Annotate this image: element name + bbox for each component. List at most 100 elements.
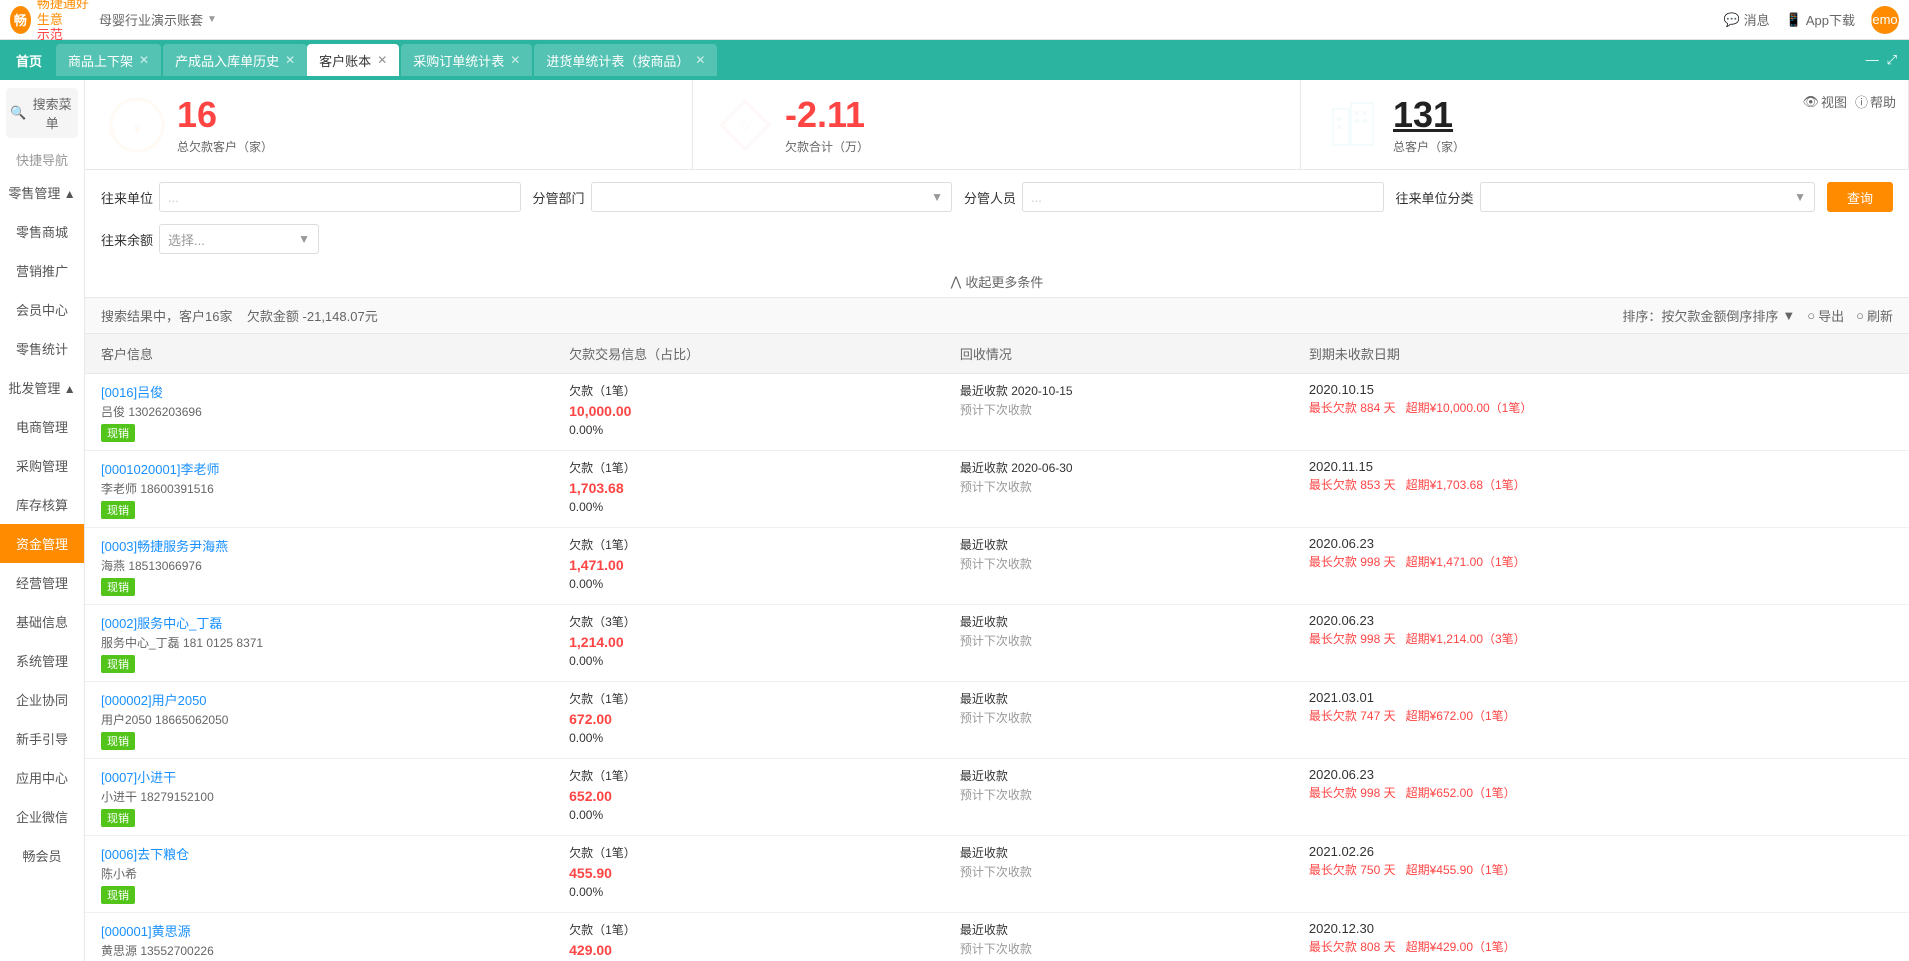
sidebar-item-app-center[interactable]: 应用中心 <box>0 758 84 797</box>
customer-id-link[interactable]: [0001020001]李老师 <box>101 459 537 478</box>
system-selector[interactable]: 母婴行业演示账套 ▼ <box>95 10 1723 29</box>
cell-debt-3: 欠款（3笔） 1,214.00 0.00% <box>553 605 944 682</box>
customer-id-link[interactable]: [0003]畅捷服务尹海燕 <box>101 536 537 555</box>
tab-product-shelf[interactable]: 商品上下架 ✕ <box>56 44 161 76</box>
export-btn[interactable]: ○ 导出 <box>1807 306 1844 325</box>
last-collection: 最近收款 <box>960 844 1277 861</box>
incoming-unit-input[interactable]: ... <box>159 182 520 212</box>
stat-diamond-icon: ◇ <box>717 97 773 153</box>
cell-debt-7: 欠款（1笔） 429.00 0.00% <box>553 913 944 961</box>
due-date: 2020.06.23 <box>1309 767 1893 782</box>
customer-id-link[interactable]: [0006]去下粮仓 <box>101 844 537 863</box>
collapse-btn[interactable]: ⋀ 收起更多条件 <box>101 266 1893 297</box>
table-row: [000001]黄思源 黄思源 13552700226 现销 欠款（1笔） 42… <box>85 913 1909 961</box>
refresh-btn[interactable]: ○ 刷新 <box>1856 306 1893 325</box>
due-date: 2020.06.23 <box>1309 613 1893 628</box>
branch-person-input[interactable]: ... <box>1022 182 1383 212</box>
overdue-amount-link[interactable]: 超期¥1,471.00（1笔） <box>1406 555 1526 569</box>
stat-building-icon <box>1325 97 1381 153</box>
overdue-info: 最长欠款 998 天 超期¥1,214.00（3笔） <box>1309 630 1893 647</box>
collapse-up-icon: ⋀ <box>951 274 962 290</box>
overdue-amount-link[interactable]: 超期¥455.90（1笔） <box>1406 863 1516 877</box>
tab-close-icon[interactable]: ✕ <box>377 53 387 67</box>
overdue-amount-link[interactable]: 超期¥1,214.00（3笔） <box>1406 632 1526 646</box>
sidebar-item-retail-stats[interactable]: 零售统计 <box>0 329 84 368</box>
unit-category-select[interactable]: ▼ <box>1480 182 1815 212</box>
sidebar-item-purchase-mgmt[interactable]: 采购管理 <box>0 446 84 485</box>
sidebar-item-vip-member[interactable]: 畅会员 <box>0 836 84 875</box>
sidebar-item-batch-mgmt[interactable]: 批发管理 ▲ <box>0 368 84 407</box>
cell-return-6: 最近收款 预计下次收款 <box>944 836 1293 913</box>
dots-icon: ... <box>1031 190 1042 205</box>
customer-contact: 海燕 18513066976 <box>101 557 537 574</box>
tab-goods-stats[interactable]: 进货单统计表（按商品） ✕ <box>534 44 717 76</box>
balance-select[interactable]: 选择... ▼ <box>159 224 319 254</box>
sidebar-item-retail-store[interactable]: 零售商城 <box>0 212 84 251</box>
customer-id-link[interactable]: [0002]服务中心_丁磊 <box>101 613 537 632</box>
tab-close-icon[interactable]: ✕ <box>285 53 295 67</box>
search-menu-btn[interactable]: 🔍 搜索菜单 <box>6 88 78 138</box>
tab-purchase-order[interactable]: 采购订单统计表 ✕ <box>401 44 532 76</box>
tab-close-icon[interactable]: ✕ <box>139 53 149 67</box>
maximize-icon[interactable]: ⤢ <box>1887 52 1897 68</box>
col-return-info: 回收情况 <box>944 334 1293 374</box>
cell-return-0: 最近收款 2020-10-15 预计下次收款 <box>944 374 1293 451</box>
user-menu[interactable]: demo2 <box>1871 6 1899 34</box>
tab-bar: 首页 商品上下架 ✕ 产成品入库单历史 ✕ 客户账本 ✕ 采购订单统计表 ✕ 进… <box>0 40 1909 80</box>
customer-id-link[interactable]: [0016]吕俊 <box>101 382 537 401</box>
sidebar-item-members[interactable]: 会员中心 <box>0 290 84 329</box>
search-btn[interactable]: 查询 <box>1827 182 1893 212</box>
sidebar-item-enterprise-collab[interactable]: 企业协同 <box>0 680 84 719</box>
sidebar-item-marketing[interactable]: 营销推广 <box>0 251 84 290</box>
debt-ratio: 0.00% <box>569 500 928 514</box>
stat-card-total-debt: ◇ -2.11 欠款合计（万） <box>693 80 1301 169</box>
cell-customer-6: [0006]去下粮仓 陈小希 现销 <box>85 836 553 913</box>
cell-customer-5: [0007]小进干 小进干 18279152100 现销 <box>85 759 553 836</box>
sidebar-item-enterprise-wechat[interactable]: 企业微信 <box>0 797 84 836</box>
balance-placeholder: 选择... <box>168 230 205 249</box>
tab-close-icon[interactable]: ✕ <box>695 53 705 67</box>
tab-close-icon[interactable]: ✕ <box>510 53 520 67</box>
filter-area: 往来单位 ... 分管部门 ▼ 分管人员 <box>85 170 1909 298</box>
cell-return-1: 最近收款 2020-06-30 预计下次收款 <box>944 451 1293 528</box>
sidebar-item-retail-mgmt[interactable]: 零售管理 ▲ <box>0 173 84 212</box>
overdue-amount-link[interactable]: 超期¥652.00（1笔） <box>1406 786 1516 800</box>
customer-id-link[interactable]: [0007]小进干 <box>101 767 537 786</box>
sidebar-item-basic-info[interactable]: 基础信息 <box>0 602 84 641</box>
filter-balance-label: 往来余额 <box>101 230 153 249</box>
sidebar-item-operations[interactable]: 经营管理 <box>0 563 84 602</box>
sort-selector[interactable]: 排序：按欠款金额倒序排序 ▼ <box>1622 306 1795 325</box>
app-download-btn[interactable]: 📱 App下载 <box>1786 10 1855 29</box>
cell-customer-3: [0002]服务中心_丁磊 服务中心_丁磊 181 0125 8371 现销 <box>85 605 553 682</box>
sidebar-item-new-guide[interactable]: 新手引导 <box>0 719 84 758</box>
customer-id-link[interactable]: [000001]黄思源 <box>101 921 537 940</box>
overdue-amount-link[interactable]: 超期¥672.00（1笔） <box>1406 709 1516 723</box>
branch-dept-select[interactable]: ▼ <box>591 182 952 212</box>
overdue-amount-link[interactable]: 超期¥1,703.68（1笔） <box>1406 478 1526 492</box>
sidebar-item-system[interactable]: 系统管理 <box>0 641 84 680</box>
stat-debt-number: -2.11 <box>785 94 869 136</box>
table-row: [0016]吕俊 吕俊 13026203696 现销 欠款（1笔） 10,000… <box>85 374 1909 451</box>
view-btn[interactable]: 👁 视图 <box>1802 92 1847 111</box>
overdue-amount-link[interactable]: 超期¥10,000.00（1笔） <box>1406 401 1533 415</box>
cell-due-2: 2020.06.23 最长欠款 998 天 超期¥1,471.00（1笔） <box>1293 528 1909 605</box>
cell-debt-4: 欠款（1笔） 672.00 0.00% <box>553 682 944 759</box>
customer-id-link[interactable]: [000002]用户2050 <box>101 690 537 709</box>
logo: 畅 畅捷通好生意 示范 <box>10 0 95 43</box>
tab-customer-account[interactable]: 客户账本 ✕ <box>307 44 399 76</box>
tab-product-history[interactable]: 产成品入库单历史 ✕ <box>163 44 307 76</box>
sidebar-item-inventory[interactable]: 库存核算 <box>0 485 84 524</box>
help-btn[interactable]: ⓘ 帮助 <box>1855 92 1896 111</box>
customer-badge: 现销 <box>101 732 135 750</box>
sidebar-item-ecommerce[interactable]: 电商管理 <box>0 407 84 446</box>
tab-home[interactable]: 首页 <box>4 44 54 76</box>
message-btn[interactable]: 💬 消息 <box>1723 10 1769 29</box>
cell-due-7: 2020.12.30 最长欠款 808 天 超期¥429.00（1笔） <box>1293 913 1909 961</box>
sidebar-item-finance[interactable]: 资金管理 <box>0 524 84 563</box>
minimize-icon[interactable]: — <box>1866 52 1879 68</box>
debt-amount: 672.00 <box>569 711 928 727</box>
filter-balance: 往来余额 选择... ▼ <box>101 224 1893 254</box>
col-debt-info: 欠款交易信息（占比） <box>553 334 944 374</box>
sidebar-search[interactable]: 🔍 搜索菜单 <box>0 80 84 146</box>
overdue-amount-link[interactable]: 超期¥429.00（1笔） <box>1406 940 1516 954</box>
